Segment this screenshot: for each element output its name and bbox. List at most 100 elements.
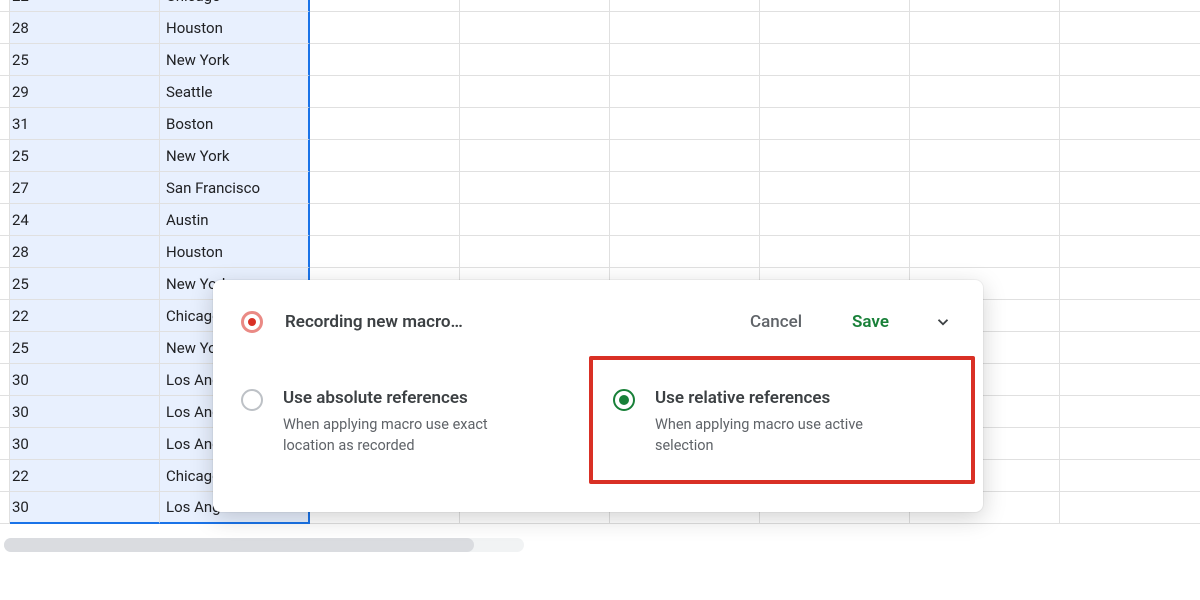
cell-col-a[interactable]: 30 [10,396,160,428]
cell-col-a[interactable]: 28 [10,236,160,268]
cell-empty[interactable] [610,140,760,172]
cell-empty[interactable] [1060,364,1200,396]
cell-empty[interactable] [310,172,460,204]
cell-col-b[interactable]: Houston [160,236,310,268]
cell-col-a[interactable]: 27 [10,172,160,204]
cell-col-a[interactable]: 30 [10,364,160,396]
scrollbar-thumb[interactable] [4,538,474,552]
cell-col-a[interactable]: 28 [10,12,160,44]
cell-empty[interactable] [1060,268,1200,300]
cell-empty[interactable] [910,76,1060,108]
cell-empty[interactable] [1060,428,1200,460]
cell-col-a[interactable]: 29 [10,76,160,108]
cell-empty[interactable] [760,172,910,204]
cell-empty[interactable] [460,204,610,236]
cell-empty[interactable] [310,44,460,76]
cell-empty[interactable] [760,236,910,268]
cell-empty[interactable] [610,172,760,204]
cancel-button[interactable]: Cancel [750,312,802,332]
cell-col-b[interactable]: Houston [160,12,310,44]
option-description: When applying macro use exact location a… [283,414,533,456]
cell-empty[interactable] [460,0,610,12]
option-title: Use relative references [655,388,905,408]
cell-empty[interactable] [1060,300,1200,332]
cell-empty[interactable] [910,236,1060,268]
collapse-button[interactable] [929,308,957,336]
cell-empty[interactable] [910,140,1060,172]
cell-col-a[interactable]: 25 [10,44,160,76]
cell-empty[interactable] [760,44,910,76]
cell-empty[interactable] [760,0,910,12]
cell-empty[interactable] [310,108,460,140]
cell-empty[interactable] [1060,108,1200,140]
cell-col-b[interactable]: New York [160,44,310,76]
cell-empty[interactable] [610,44,760,76]
cell-empty[interactable] [610,0,760,12]
cell-empty[interactable] [310,236,460,268]
horizontal-scrollbar[interactable] [4,538,524,552]
cell-empty[interactable] [610,204,760,236]
cell-empty[interactable] [1060,396,1200,428]
option-relative-references[interactable]: Use relative references When applying ma… [589,356,975,484]
cell-empty[interactable] [1060,76,1200,108]
cell-empty[interactable] [910,44,1060,76]
cell-empty[interactable] [760,140,910,172]
cell-empty[interactable] [310,204,460,236]
cell-empty[interactable] [1060,460,1200,492]
cell-empty[interactable] [910,172,1060,204]
cell-empty[interactable] [460,236,610,268]
cell-col-a[interactable]: 25 [10,332,160,364]
cell-empty[interactable] [610,236,760,268]
cell-col-a[interactable]: 25 [10,140,160,172]
cell-empty[interactable] [760,204,910,236]
cell-empty[interactable] [1060,332,1200,364]
cell-col-a[interactable]: 22 [10,460,160,492]
cell-empty[interactable] [310,76,460,108]
cell-empty[interactable] [1060,140,1200,172]
cell-empty[interactable] [760,76,910,108]
cell-col-b[interactable]: New York [160,140,310,172]
cell-col-a[interactable]: 25 [10,268,160,300]
cell-col-b[interactable]: Austin [160,204,310,236]
cell-col-a[interactable]: 24 [10,204,160,236]
save-button[interactable]: Save [852,312,889,332]
cell-empty[interactable] [610,12,760,44]
cell-empty[interactable] [760,108,910,140]
cell-empty[interactable] [610,108,760,140]
cell-col-a[interactable]: 30 [10,428,160,460]
cell-empty[interactable] [460,172,610,204]
option-absolute-references[interactable]: Use absolute references When applying ma… [241,374,599,484]
cell-empty[interactable] [1060,44,1200,76]
cell-empty[interactable] [910,204,1060,236]
cell-empty[interactable] [760,12,910,44]
cell-empty[interactable] [1060,12,1200,44]
cell-col-a[interactable]: 22 [10,300,160,332]
cell-empty[interactable] [460,76,610,108]
dialog-body: Use absolute references When applying ma… [213,362,983,484]
cell-col-a[interactable]: 31 [10,108,160,140]
cell-empty[interactable] [310,0,460,12]
cell-col-b[interactable]: Boston [160,108,310,140]
cell-empty[interactable] [460,108,610,140]
cell-col-b[interactable]: Seattle [160,76,310,108]
cell-empty[interactable] [1060,236,1200,268]
cell-empty[interactable] [1060,172,1200,204]
radio-checked-icon[interactable] [613,389,635,411]
cell-empty[interactable] [1060,204,1200,236]
cell-empty[interactable] [910,0,1060,12]
cell-empty[interactable] [460,44,610,76]
cell-empty[interactable] [460,12,610,44]
cell-empty[interactable] [910,108,1060,140]
cell-empty[interactable] [1060,492,1200,524]
cell-empty[interactable] [610,76,760,108]
cell-empty[interactable] [310,12,460,44]
cell-empty[interactable] [1060,0,1200,12]
cell-empty[interactable] [910,12,1060,44]
radio-unchecked-icon[interactable] [241,389,263,411]
cell-col-a[interactable]: 30 [10,492,160,524]
cell-col-a[interactable]: 22 [10,0,160,12]
cell-col-b[interactable]: Chicago [160,0,310,12]
cell-col-b[interactable]: San Francisco [160,172,310,204]
cell-empty[interactable] [310,140,460,172]
cell-empty[interactable] [460,140,610,172]
